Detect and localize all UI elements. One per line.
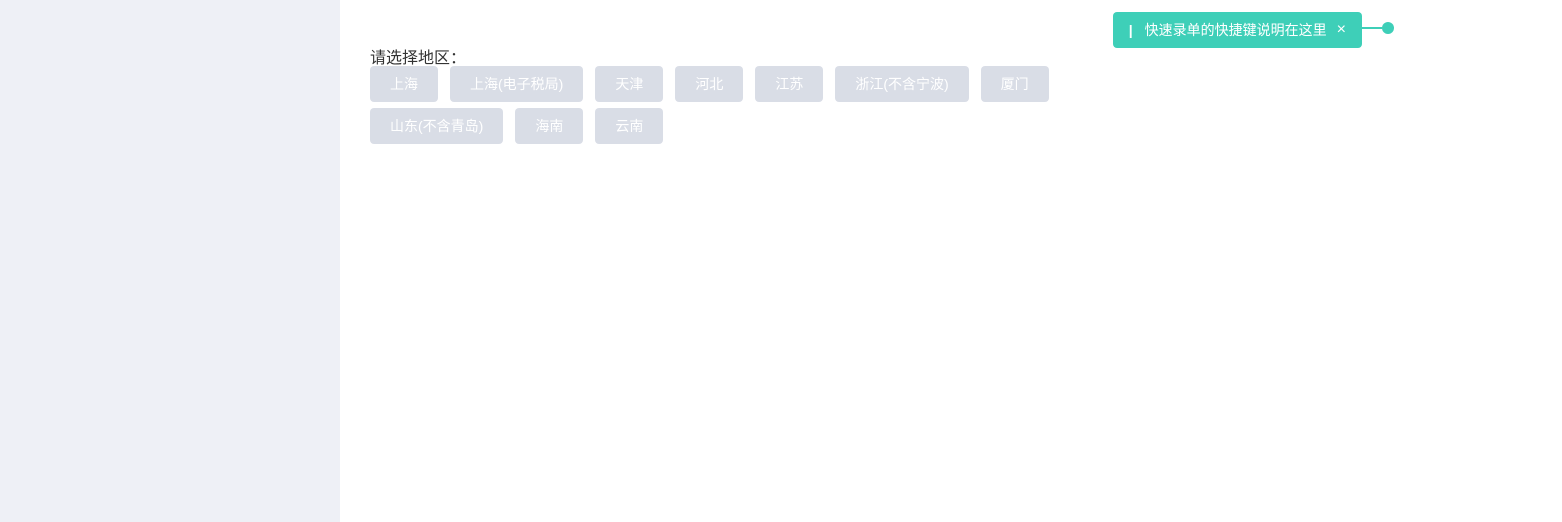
region-buttons-row2: 山东(不含青岛) 海南 云南 (370, 108, 663, 144)
page-label: 请选择地区： (370, 44, 466, 68)
region-btn-xiamen[interactable]: 厦门 (981, 66, 1049, 102)
region-btn-shandong[interactable]: 山东(不含青岛) (370, 108, 503, 144)
tooltip-close-button[interactable]: × (1337, 22, 1346, 38)
region-btn-tianjin[interactable]: 天津 (595, 66, 663, 102)
region-btn-yunnan[interactable]: 云南 (595, 108, 663, 144)
tooltip-text: 快速录单的快捷键说明在这里 (1145, 20, 1327, 40)
dot-indicator (1382, 22, 1394, 34)
region-btn-jiangsu[interactable]: 江苏 (755, 66, 823, 102)
tooltip-banner: 快速录单的快捷键说明在这里 × (1113, 12, 1362, 48)
left-sidebar (0, 0, 340, 522)
region-btn-hainan[interactable]: 海南 (515, 108, 583, 144)
region-btn-hebei[interactable]: 河北 (675, 66, 743, 102)
region-btn-zhejiang[interactable]: 浙江(不含宁波) (835, 66, 968, 102)
dot-line (1362, 27, 1382, 29)
region-buttons-row1: 上海 上海(电子税局) 天津 河北 江苏 浙江(不含宁波) 厦门 (370, 66, 1049, 102)
region-btn-shanghai[interactable]: 上海 (370, 66, 438, 102)
region-btn-shanghai-etax[interactable]: 上海(电子税局) (450, 66, 583, 102)
main-content: 请选择地区： 上海 上海(电子税局) 天津 河北 江苏 浙江(不含宁波) 厦门 … (340, 0, 1562, 522)
